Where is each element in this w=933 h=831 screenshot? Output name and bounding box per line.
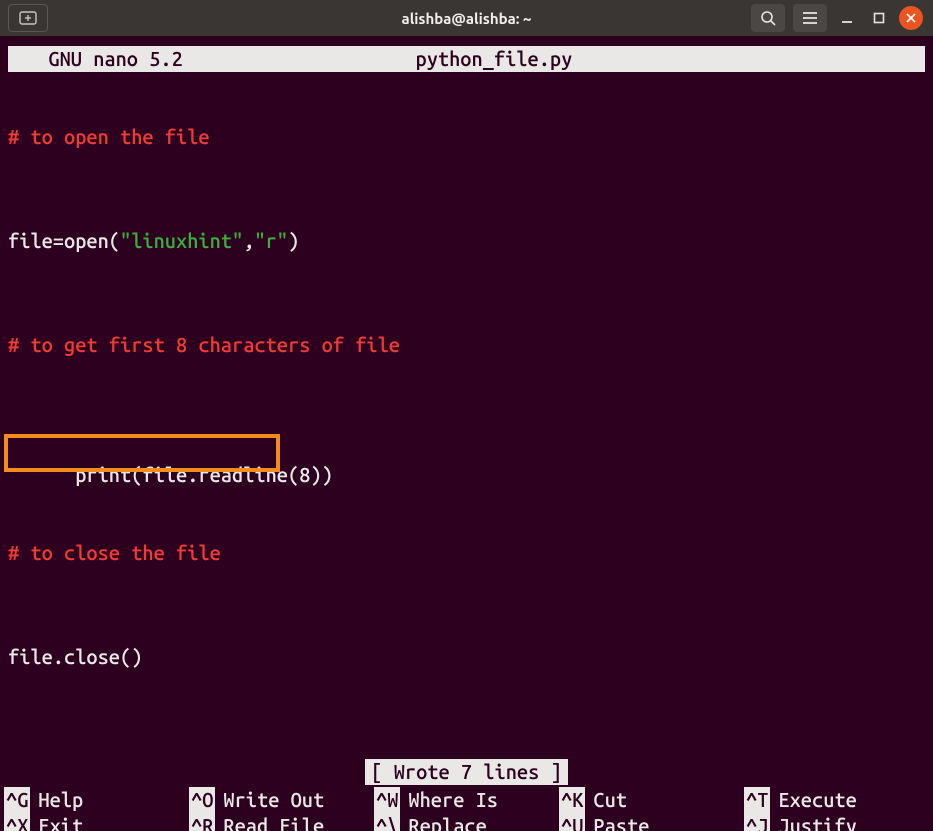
shortcut-row: ^XExit^RRead File^\Replace^UPaste^JJusti… [4, 813, 929, 831]
code-token: ) [288, 229, 299, 252]
nano-app-label: GNU nano 5.2 [8, 46, 183, 72]
shortcut-item: ^UPaste [559, 813, 744, 831]
shortcut-item: ^XExit [4, 813, 189, 831]
close-icon [906, 13, 916, 23]
shortcut-key: ^X [4, 813, 30, 831]
shortcut-label: Paste [585, 813, 649, 831]
shortcut-key: ^\ [374, 813, 400, 831]
close-button[interactable] [899, 6, 923, 30]
minimize-icon [841, 12, 853, 24]
code-comment: # to close the file [8, 541, 221, 564]
shortcut-key: ^J [744, 813, 770, 831]
minimize-button[interactable] [835, 6, 859, 30]
code-string: "linuxhint" [120, 229, 243, 252]
nano-status: [ Wrote 7 lines ] [365, 759, 567, 785]
nano-status-row: [ Wrote 7 lines ] [0, 759, 933, 785]
shortcut-key: ^O [189, 787, 215, 813]
nano-shortcuts: ^GHelp^OWrite Out^WWhere Is^KCut^TExecut… [4, 787, 929, 831]
shortcut-item: ^\Replace [374, 813, 559, 831]
shortcut-key: ^T [744, 787, 770, 813]
shortcut-label: Execute [770, 787, 856, 813]
new-tab-icon [19, 11, 37, 25]
code-line: file.close() [8, 644, 925, 670]
code-highlighted: print(file.readline(8)) [75, 463, 333, 486]
nano-header: GNU nano 5.2 python_file.py [8, 46, 925, 72]
maximize-icon [873, 12, 885, 24]
window-titlebar: alishba@alishba: ~ [0, 0, 933, 36]
shortcut-label: Cut [585, 787, 627, 813]
code-string: "r" [254, 229, 288, 252]
code-line: print(file.readline(8)) [8, 436, 925, 462]
hamburger-menu-button[interactable] [793, 4, 827, 32]
search-icon [760, 10, 776, 26]
shortcut-label: Write Out [215, 787, 324, 813]
editor-content[interactable]: # to open the file file=open("linuxhint"… [0, 72, 933, 722]
shortcut-key: ^K [559, 787, 585, 813]
shortcut-key: ^G [4, 787, 30, 813]
shortcut-label: Read File [215, 813, 324, 831]
terminal-area[interactable]: GNU nano 5.2 python_file.py # to open th… [0, 46, 933, 831]
shortcut-item: ^KCut [559, 787, 744, 813]
search-button[interactable] [751, 4, 785, 32]
new-tab-button[interactable] [8, 4, 48, 32]
code-line: file=open("linuxhint","r") [8, 228, 925, 254]
shortcut-item: ^JJustify [744, 813, 929, 831]
shortcut-item: ^TExecute [744, 787, 929, 813]
shortcut-item: ^RRead File [189, 813, 374, 831]
shortcut-label: Where Is [400, 787, 498, 813]
code-token: , [243, 229, 254, 252]
code-comment: # to open the file [8, 125, 210, 148]
code-line: # to get first 8 characters of file [8, 332, 925, 358]
shortcut-key: ^U [559, 813, 585, 831]
shortcut-item: ^OWrite Out [189, 787, 374, 813]
shortcut-row: ^GHelp^OWrite Out^WWhere Is^KCut^TExecut… [4, 787, 929, 813]
code-comment: # to get first 8 characters of file [8, 333, 400, 356]
shortcut-label: Replace [400, 813, 486, 831]
shortcut-item: ^GHelp [4, 787, 189, 813]
shortcut-label: Exit [30, 813, 83, 831]
hamburger-icon [802, 11, 818, 25]
maximize-button[interactable] [867, 6, 891, 30]
code-line: # to close the file [8, 540, 925, 566]
shortcut-item: ^WWhere Is [374, 787, 559, 813]
code-line: # to open the file [8, 124, 925, 150]
shortcut-key: ^R [189, 813, 215, 831]
nano-file-label: python_file.py [183, 46, 925, 72]
shortcut-label: Justify [770, 813, 856, 831]
code-token: file.close() [8, 645, 142, 668]
shortcut-key: ^W [374, 787, 400, 813]
code-token: file=open( [8, 229, 120, 252]
shortcut-label: Help [30, 787, 83, 813]
